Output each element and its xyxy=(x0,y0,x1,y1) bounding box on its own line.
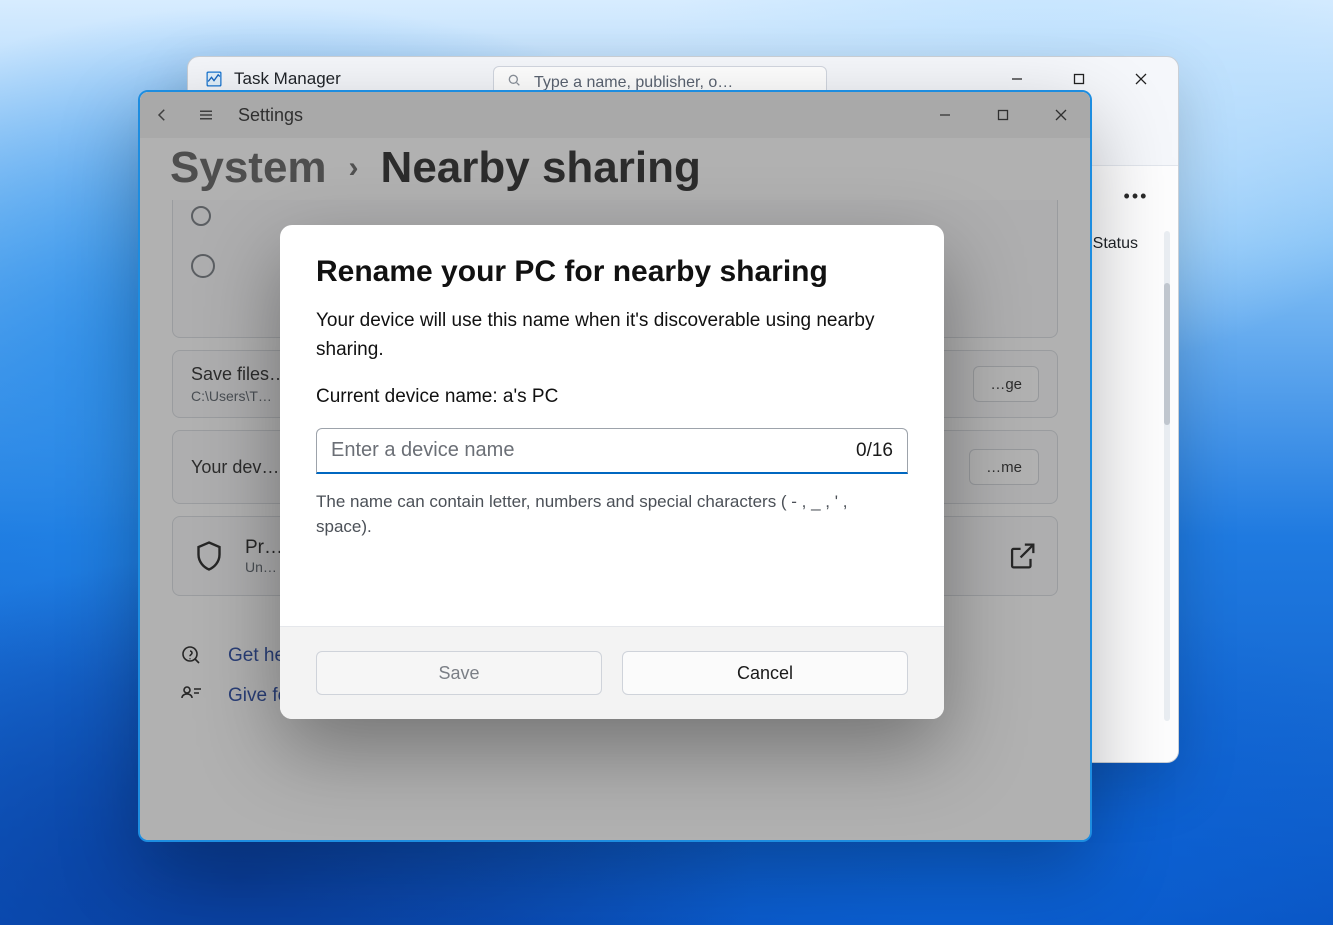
save-button[interactable]: Save xyxy=(316,651,602,695)
current-device-name: Current device name: a's PC xyxy=(316,386,908,408)
dialog-description: Your device will use this name when it's… xyxy=(316,307,908,364)
input-hint: The name can contain letter, numbers and… xyxy=(316,490,876,539)
more-options-button[interactable]: ••• xyxy=(1116,176,1156,216)
task-manager-title-text: Task Manager xyxy=(234,69,341,89)
desktop-wallpaper: { "taskmgr": { "title": "Task Manager", … xyxy=(0,0,1333,925)
task-manager-icon xyxy=(204,69,224,89)
character-counter: 0/16 xyxy=(856,440,893,462)
dialog-content: Rename your PC for nearby sharing Your d… xyxy=(280,225,944,626)
rename-pc-dialog: Rename your PC for nearby sharing Your d… xyxy=(280,225,944,719)
task-manager-search-placeholder: Type a name, publisher, o… xyxy=(534,74,733,92)
scrollbar-thumb[interactable] xyxy=(1164,283,1170,425)
current-device-name-value: a's PC xyxy=(503,386,558,407)
column-status[interactable]: Status xyxy=(1093,235,1138,253)
close-button[interactable] xyxy=(1110,57,1172,101)
dialog-title: Rename your PC for nearby sharing xyxy=(316,255,908,289)
cancel-button[interactable]: Cancel xyxy=(622,651,908,695)
device-name-input[interactable] xyxy=(331,439,856,462)
task-manager-title: Task Manager xyxy=(194,69,341,89)
device-name-input-wrap[interactable]: 0/16 xyxy=(316,428,908,474)
dialog-footer: Save Cancel xyxy=(280,626,944,719)
